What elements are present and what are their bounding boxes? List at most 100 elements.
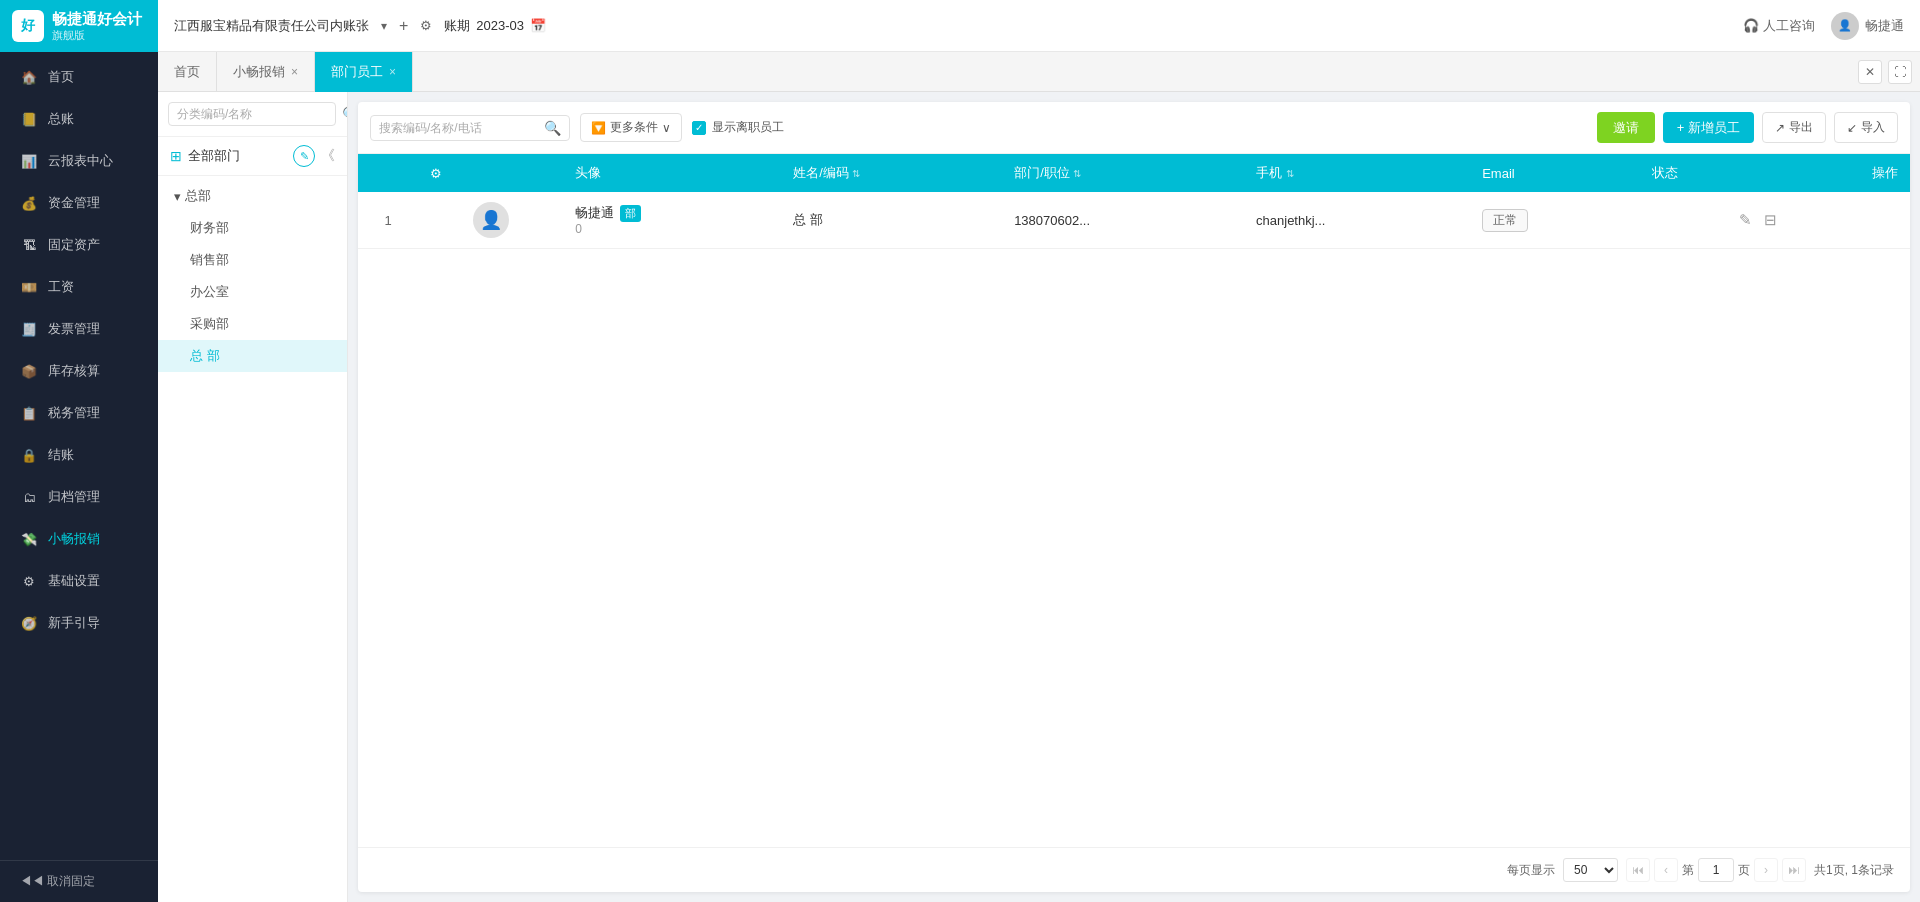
dept-tree-general-dept[interactable]: 总 部	[158, 340, 347, 372]
dept-search-bar: 🔍	[158, 92, 347, 137]
col-name-header[interactable]: 姓名/编码 ⇅	[781, 154, 1002, 192]
expand-window-button[interactable]: ⛶	[1888, 60, 1912, 84]
sidebar-item-reports[interactable]: 📊 云报表中心	[0, 140, 158, 182]
dept-label: 总部	[185, 187, 211, 205]
tab-close-xiaochange[interactable]: ×	[291, 66, 298, 78]
sidebar-item-settings[interactable]: ⚙ 基础设置	[0, 560, 158, 602]
employee-search-input[interactable]	[379, 121, 538, 135]
tax-icon: 📋	[20, 404, 38, 422]
logo-icon: 好	[12, 10, 44, 42]
sidebar-item-invoice[interactable]: 🧾 发票管理	[0, 308, 158, 350]
page-number-input[interactable]	[1698, 858, 1734, 882]
support-button[interactable]: 🎧 人工咨询	[1743, 17, 1815, 35]
prev-page-button[interactable]: ‹	[1654, 858, 1678, 882]
search-icon[interactable]: 🔍	[544, 120, 561, 136]
user-menu[interactable]: 👤 畅捷通	[1831, 12, 1904, 40]
sidebar-item-home[interactable]: 🏠 首页	[0, 56, 158, 98]
employee-name-wrapper: 畅捷通 部	[575, 204, 769, 222]
app-logo[interactable]: 好 畅捷通好会计 旗舰版	[0, 0, 158, 52]
sidebar-unpin-button[interactable]: ◀◀ 取消固定	[0, 860, 158, 902]
col-settings-header[interactable]: ⚙	[418, 154, 563, 192]
sidebar-item-archive[interactable]: 🗂 归档管理	[0, 476, 158, 518]
headset-icon: 🎧	[1743, 18, 1759, 33]
employee-name-text: 畅捷通	[575, 204, 614, 222]
topbar-right: 🎧 人工咨询 👤 畅捷通	[1743, 12, 1904, 40]
tab-label-dept-employee: 部门员工	[331, 63, 383, 81]
page-navigation: ⏮ ‹ 第 页 › ⏭	[1626, 858, 1806, 882]
last-page-button[interactable]: ⏭	[1782, 858, 1806, 882]
dept-tree-purchase[interactable]: 采购部	[158, 308, 347, 340]
per-page-select[interactable]: 50 10 20 100	[1563, 858, 1618, 882]
guide-icon: 🧭	[20, 614, 38, 632]
import-button[interactable]: ↙ 导入	[1834, 112, 1898, 143]
sidebar-item-fixed-assets[interactable]: 🏗 固定资产	[0, 224, 158, 266]
dept-collapse-button[interactable]: 《	[321, 147, 335, 165]
sidebar-item-ledger[interactable]: 📒 总账	[0, 98, 158, 140]
sidebar-item-expense[interactable]: 💸 小畅报销	[0, 518, 158, 560]
next-page-button[interactable]: ›	[1754, 858, 1778, 882]
add-employee-button[interactable]: + 新增员工	[1663, 112, 1754, 143]
user-name: 畅捷通	[1865, 17, 1904, 35]
sidebar: 好 畅捷通好会计 旗舰版 🏠 首页 📒 总账 📊 云报表中心 💰 资金管理 🏗 …	[0, 0, 158, 902]
dept-search-input[interactable]	[168, 102, 336, 126]
sidebar-item-closing[interactable]: 🔒 结账	[0, 434, 158, 476]
sidebar-label-home: 首页	[48, 68, 74, 86]
dept-label: 办公室	[190, 283, 229, 301]
first-page-button[interactable]: ⏮	[1626, 858, 1650, 882]
reports-icon: 📊	[20, 152, 38, 170]
employee-dept-badge: 部	[620, 205, 641, 222]
tab-xiaochange[interactable]: 小畅报销×	[217, 52, 315, 92]
employee-panel: 🔍 🔽 更多条件 ∨ ✓ 显示离职员工 邀请 + 新增员工 ↗ 导出	[358, 102, 1910, 892]
all-dept-label[interactable]: 全部部门	[188, 147, 287, 165]
tab-dept-employee[interactable]: 部门员工 ×	[315, 52, 413, 92]
sidebar-label-tax: 税务管理	[48, 404, 100, 422]
tab-bar: 首页小畅报销× 部门员工 × ✕ ⛶	[158, 52, 1920, 92]
employee-code: 0	[575, 222, 769, 236]
show-resigned-toggle[interactable]: ✓ 显示离职员工	[692, 119, 784, 136]
col-dept-header[interactable]: 部门/职位 ⇅	[1002, 154, 1244, 192]
col-phone-header[interactable]: 手机 ⇅	[1244, 154, 1470, 192]
fixed-assets-icon: 🏗	[20, 236, 38, 254]
expand-icon: ▾	[174, 189, 181, 204]
company-dropdown-icon[interactable]: ▾	[381, 19, 387, 33]
sidebar-item-guide[interactable]: 🧭 新手引导	[0, 602, 158, 644]
add-company-button[interactable]: +	[399, 17, 408, 35]
topbar-settings-icon[interactable]: ⚙	[420, 18, 432, 33]
filter-button[interactable]: 🔽 更多条件 ∨	[580, 113, 682, 142]
close-window-button[interactable]: ✕	[1858, 60, 1882, 84]
period-selector[interactable]: 账期 2023-03 📅	[444, 17, 546, 35]
tab-close-dept-employee[interactable]: ×	[389, 66, 396, 78]
sidebar-label-reports: 云报表中心	[48, 152, 113, 170]
sidebar-item-assets-mgmt[interactable]: 💰 资金管理	[0, 182, 158, 224]
pagination: 每页显示 50 10 20 100 ⏮ ‹ 第 页 › ⏭ 共1页, 1条记录	[358, 847, 1910, 892]
sidebar-item-payroll[interactable]: 💴 工资	[0, 266, 158, 308]
sidebar-label-guide: 新手引导	[48, 614, 100, 632]
sidebar-item-tax[interactable]: 📋 税务管理	[0, 392, 158, 434]
dept-tree-sales[interactable]: 销售部	[158, 244, 347, 276]
logo-text-block: 畅捷通好会计 旗舰版	[52, 10, 142, 43]
dept-tree-general[interactable]: ▾ 总部	[158, 180, 347, 212]
logout-employee-button[interactable]: ⊟	[1764, 211, 1777, 228]
inventory-icon: 📦	[20, 362, 38, 380]
export-button[interactable]: ↗ 导出	[1762, 112, 1826, 143]
sidebar-label-fixed-assets: 固定资产	[48, 236, 100, 254]
home-icon: 🏠	[20, 68, 38, 86]
employee-avatar: 👤	[473, 202, 509, 238]
dept-label: 采购部	[190, 315, 229, 333]
dept-tree-finance[interactable]: 财务部	[158, 212, 347, 244]
edit-employee-button[interactable]: ✎	[1739, 211, 1752, 228]
resigned-checkbox[interactable]: ✓	[692, 121, 706, 135]
dept-grid-icon: ⊞	[170, 148, 182, 164]
period-value: 2023-03	[476, 18, 524, 33]
sidebar-label-ledger: 总账	[48, 110, 74, 128]
company-name: 江西服宝精品有限责任公司内账张	[174, 17, 369, 35]
dept-search-icon[interactable]: 🔍	[342, 106, 348, 122]
col-email-header: Email	[1470, 154, 1640, 192]
tab-home[interactable]: 首页	[158, 52, 217, 92]
sidebar-item-inventory[interactable]: 📦 库存核算	[0, 350, 158, 392]
invite-button[interactable]: 邀请	[1597, 112, 1655, 143]
dept-edit-button[interactable]: ✎	[293, 145, 315, 167]
col-no-header	[358, 154, 418, 192]
dept-tree-office[interactable]: 办公室	[158, 276, 347, 308]
import-icon: ↙	[1847, 121, 1857, 135]
